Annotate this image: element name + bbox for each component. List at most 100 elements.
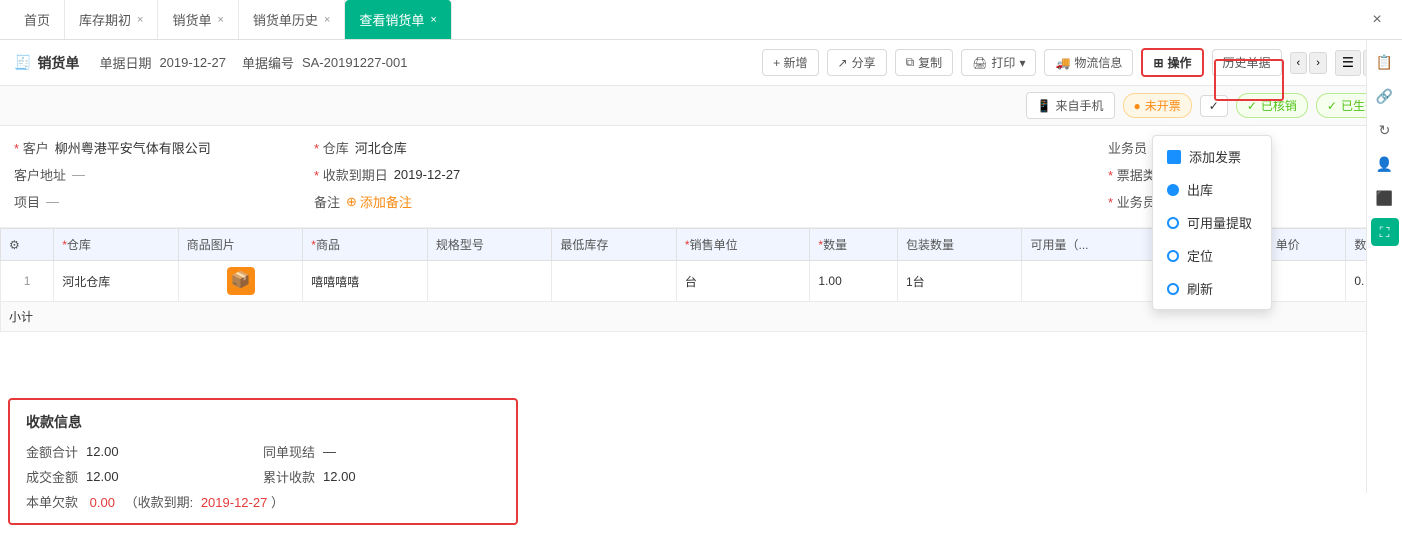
sidebar-expand-icon[interactable]: ⛶ bbox=[1371, 218, 1399, 246]
project-label: 项目 bbox=[14, 192, 40, 211]
accumulated-value: 12.00 bbox=[323, 469, 356, 484]
warehouse-field: * 仓库 河北仓库 bbox=[314, 138, 594, 157]
tab-sales-history-close[interactable]: × bbox=[324, 14, 330, 26]
row-unit: 台 bbox=[676, 261, 810, 302]
tab-sales-history[interactable]: 销货单历史 × bbox=[239, 0, 345, 39]
from-phone-button[interactable]: 📱 来自手机 bbox=[1026, 92, 1115, 119]
doc-number-label: 单据编号 SA-20191227-001 bbox=[242, 53, 408, 72]
tab-inventory-label: 库存期初 bbox=[79, 10, 131, 29]
sidebar-box-icon[interactable]: ⬛ bbox=[1371, 184, 1399, 212]
toolbar: 📱 来自手机 ● 未开票 ✓ ✓ 已核销 ✓ 已生效 bbox=[0, 86, 1402, 126]
logistics-icon: 🚚 bbox=[1055, 56, 1070, 70]
add-invoice-icon bbox=[1167, 150, 1181, 164]
col-product: *商品 bbox=[303, 229, 428, 261]
available-qty-icon bbox=[1167, 217, 1179, 229]
prev-button[interactable]: ‹ bbox=[1290, 52, 1308, 74]
window-close-button[interactable]: × bbox=[1362, 5, 1392, 35]
row-spec bbox=[427, 261, 552, 302]
menu-add-invoice[interactable]: 添加发票 bbox=[1153, 140, 1271, 173]
col-unit: *销售单位 bbox=[676, 229, 810, 261]
outbound-icon bbox=[1167, 184, 1179, 196]
tab-inventory-close[interactable]: × bbox=[137, 14, 143, 26]
print-dropdown-icon: ▾ bbox=[1019, 56, 1025, 70]
check-button[interactable]: ✓ bbox=[1200, 95, 1228, 117]
sidebar-refresh-icon[interactable]: ↻ bbox=[1371, 116, 1399, 144]
tab-home-label: 首页 bbox=[24, 10, 50, 29]
due-date-suffix: ） bbox=[271, 495, 284, 510]
next-button[interactable]: › bbox=[1309, 52, 1327, 74]
locate-icon bbox=[1167, 250, 1179, 262]
tab-home[interactable]: 首页 bbox=[10, 0, 65, 39]
col-qty: *数量 bbox=[810, 229, 898, 261]
total-value: 12.00 bbox=[86, 444, 119, 459]
tab-view-sales-label: 查看销货单 bbox=[359, 10, 424, 29]
project-field: 项目 — bbox=[14, 192, 294, 211]
doc-header: 🧾 销货单 单据日期 2019-12-27 单据编号 SA-20191227-0… bbox=[0, 40, 1402, 86]
row-image: 📦 bbox=[178, 261, 303, 302]
same-order-label: 同单现结 bbox=[263, 442, 315, 461]
sidebar-link-icon[interactable]: 🔗 bbox=[1371, 82, 1399, 110]
nav-arrows: ‹ › bbox=[1290, 52, 1327, 74]
tab-inventory[interactable]: 库存期初 × bbox=[65, 0, 158, 39]
menu-locate[interactable]: 定位 bbox=[1153, 239, 1271, 272]
col-spec: 规格型号 bbox=[427, 229, 552, 261]
copy-button[interactable]: ⧉ 复制 bbox=[895, 49, 954, 76]
col-price: 单价 bbox=[1267, 229, 1346, 261]
add-note-button[interactable]: ⊕ 添加备注 bbox=[346, 192, 412, 211]
sidebar-doc-icon[interactable]: 📋 bbox=[1371, 48, 1399, 76]
deal-amount-value: 12.00 bbox=[86, 469, 119, 484]
customer-field: * 客户 柳州粤港平安气体有限公司 bbox=[14, 138, 294, 157]
same-order-row: 同单现结 — bbox=[263, 442, 500, 461]
sidebar-user-icon[interactable]: 👤 bbox=[1371, 150, 1399, 178]
warehouse-label: * 仓库 bbox=[314, 138, 349, 157]
verified-icon: ✓ bbox=[1247, 99, 1257, 113]
logistics-button[interactable]: 🚚 物流信息 bbox=[1044, 49, 1133, 76]
new-button[interactable]: + 新增 bbox=[762, 49, 818, 76]
payment-grid: 金额合计 12.00 同单现结 — 成交金额 12.00 累计收款 12.00 … bbox=[26, 442, 500, 511]
total-row: 金额合计 12.00 bbox=[26, 442, 263, 461]
this-order-label: 本单欠款 bbox=[26, 495, 78, 510]
customer-value: 柳州粤港平安气体有限公司 bbox=[55, 138, 211, 157]
not-open-badge: ● 未开票 bbox=[1123, 93, 1192, 118]
total-label: 金额合计 bbox=[26, 442, 78, 461]
row-pack-qty: 1台 bbox=[897, 261, 1022, 302]
verified-badge: ✓ 已核销 bbox=[1236, 93, 1308, 118]
tab-sales-history-label: 销货单历史 bbox=[253, 10, 318, 29]
payment-date-field: * 收款到期日 2019-12-27 bbox=[314, 165, 594, 184]
history-button[interactable]: 历史单据 bbox=[1212, 49, 1282, 76]
project-value: — bbox=[46, 194, 59, 209]
operation-button[interactable]: ⊞ 操作 bbox=[1141, 48, 1203, 77]
note-label: 备注 bbox=[314, 192, 340, 211]
tab-sales-close[interactable]: × bbox=[217, 14, 223, 26]
payment-date-label: * 收款到期日 bbox=[314, 165, 388, 184]
col-gear: ⚙ bbox=[1, 229, 54, 261]
menu-refresh-label: 刷新 bbox=[1187, 279, 1213, 298]
row-qty: 1.00 bbox=[810, 261, 898, 302]
copy-icon: ⧉ bbox=[906, 55, 915, 70]
menu-outbound[interactable]: 出库 bbox=[1153, 173, 1271, 206]
operation-icon: ⊞ bbox=[1153, 56, 1163, 70]
tab-sales-label: 销货单 bbox=[172, 10, 211, 29]
share-button[interactable]: ↗ 分享 bbox=[827, 49, 887, 76]
plus-icon: ⊕ bbox=[346, 194, 357, 210]
tab-sales[interactable]: 销货单 × bbox=[158, 0, 238, 39]
col-pack-qty: 包装数量 bbox=[897, 229, 1022, 261]
tab-view-sales[interactable]: 查看销货单 × bbox=[345, 0, 451, 39]
deal-amount-label: 成交金额 bbox=[26, 467, 78, 486]
same-order-value: — bbox=[323, 444, 336, 459]
row-product: 嘻嘻嘻嘻 bbox=[303, 261, 428, 302]
menu-available-qty[interactable]: 可用量提取 bbox=[1153, 206, 1271, 239]
employee-label: 业务员 bbox=[1108, 138, 1147, 157]
deal-amount-row: 成交金额 12.00 bbox=[26, 467, 263, 486]
this-order-value: 0.00 bbox=[90, 495, 115, 510]
menu-add-invoice-label: 添加发票 bbox=[1189, 147, 1241, 166]
not-open-icon: ● bbox=[1134, 99, 1141, 113]
share-icon: ↗ bbox=[838, 56, 848, 70]
print-button[interactable]: 🖨 打印 ▾ bbox=[961, 49, 1036, 76]
list-view-button[interactable]: ☰ bbox=[1335, 50, 1361, 76]
tab-view-sales-close[interactable]: × bbox=[430, 14, 436, 26]
due-date-label: （收款到期: bbox=[125, 495, 194, 510]
menu-refresh[interactable]: 刷新 bbox=[1153, 272, 1271, 305]
check-icon: ✓ bbox=[1209, 99, 1219, 113]
right-sidebar: 📋 🔗 ↻ 👤 ⬛ ⛶ bbox=[1366, 40, 1402, 493]
